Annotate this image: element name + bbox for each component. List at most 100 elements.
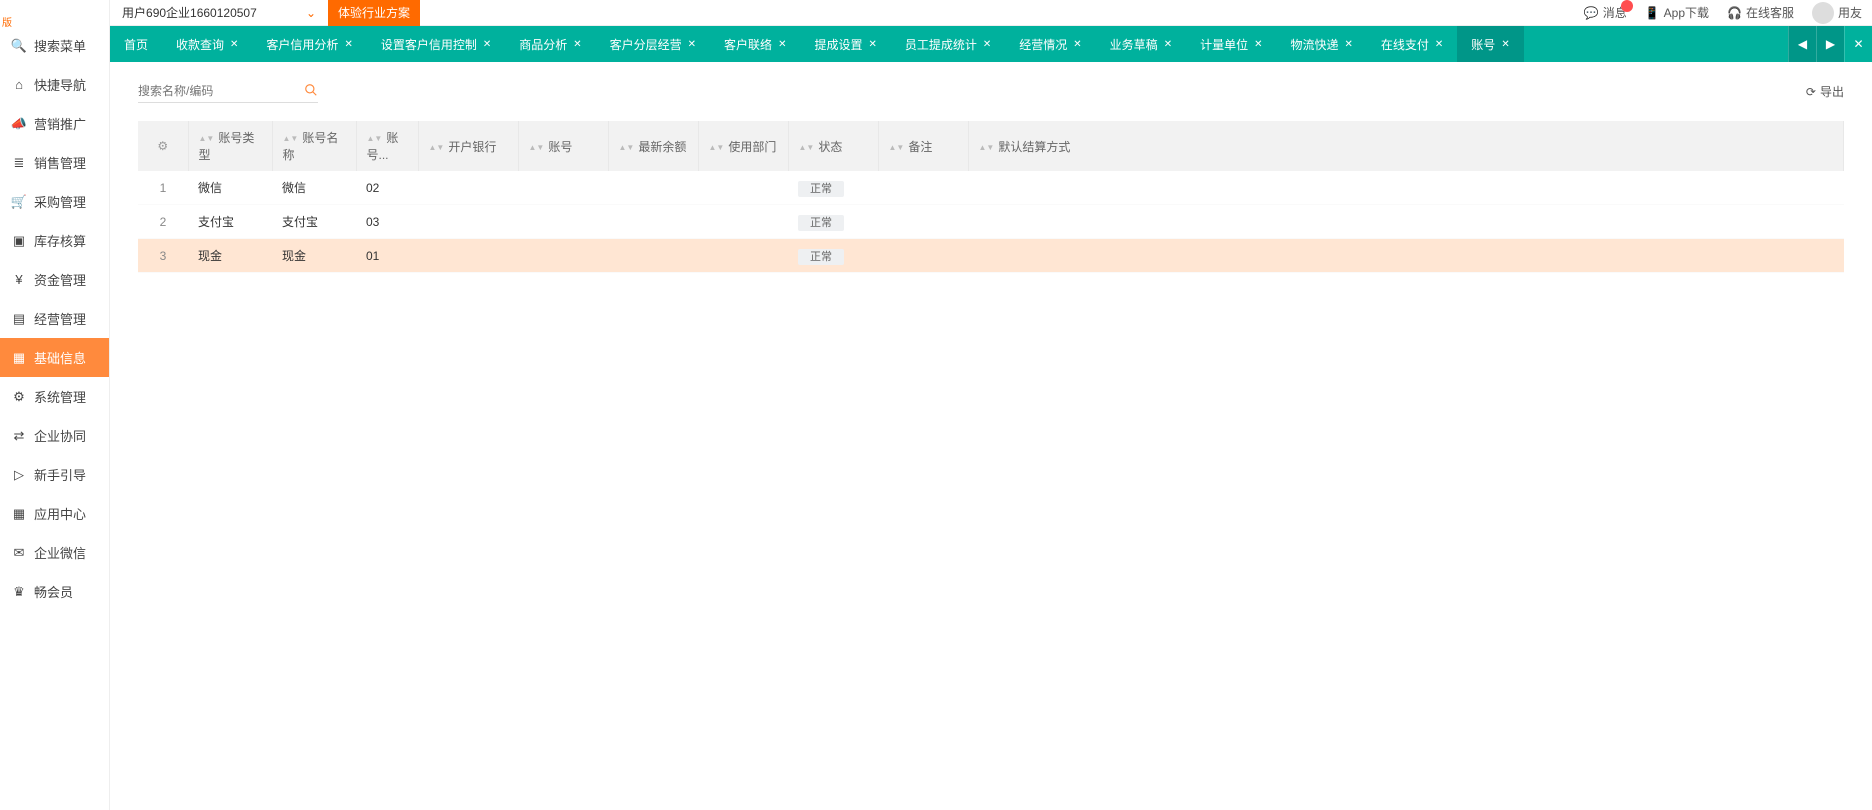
sidebar-item-team[interactable]: ⇄企业协同	[0, 416, 109, 455]
tab-商品分析[interactable]: 商品分析✕	[505, 26, 595, 62]
tab-物流快递[interactable]: 物流快递 ✕	[1276, 26, 1366, 62]
close-icon[interactable]: ✕	[1073, 39, 1081, 50]
close-icon[interactable]: ✕	[1164, 39, 1172, 50]
tab-在线支付[interactable]: 在线支付✕	[1367, 26, 1457, 62]
sidebar-item-label: 经营管理	[34, 309, 86, 328]
tab-scroll-right-button[interactable]: ▶	[1816, 26, 1844, 62]
close-icon[interactable]: ✕	[778, 39, 786, 50]
user-menu[interactable]: 用友	[1812, 2, 1862, 24]
tab-提成设置[interactable]: 提成设置✕	[800, 26, 890, 62]
wechat-icon: ✉	[12, 546, 26, 560]
sidebar-item-grid[interactable]: ▦应用中心	[0, 494, 109, 533]
tab-客户分层经营[interactable]: 客户分层经营✕	[596, 26, 710, 62]
sort-icon: ▲▼	[429, 145, 445, 150]
tab-业务草稿[interactable]: 业务草稿✕	[1096, 26, 1186, 62]
tab-客户信用分析[interactable]: 客户信用分析✕	[252, 26, 366, 62]
username-label: 用友	[1838, 4, 1862, 21]
close-icon[interactable]: ✕	[344, 39, 352, 50]
close-icon[interactable]: ✕	[573, 39, 581, 50]
gear-column-header[interactable]: ⚙	[138, 121, 188, 171]
sidebar-item-info[interactable]: ▦基础信息	[0, 338, 109, 377]
sidebar-item-label: 营销推广	[34, 114, 86, 133]
sidebar-item-label: 企业微信	[34, 543, 86, 562]
column-header[interactable]: ▲▼开户银行	[418, 121, 518, 171]
search-input[interactable]	[138, 80, 304, 102]
sidebar-item-cart[interactable]: 🛒采购管理	[0, 182, 109, 221]
sidebar-item-money[interactable]: ¥资金管理	[0, 260, 109, 299]
sidebar-item-chart[interactable]: ▤经营管理	[0, 299, 109, 338]
cell-status: 正常	[788, 239, 878, 273]
sidebar-item-search[interactable]: 🔍搜索菜单	[0, 26, 109, 65]
export-button[interactable]: ⟳ 导出	[1806, 83, 1844, 100]
cell-type: 支付宝	[188, 205, 272, 239]
sidebar-item-label: 新手引导	[34, 465, 86, 484]
tab-员工提成统计[interactable]: 员工提成统计✕	[891, 26, 1005, 62]
tab-账号[interactable]: 账号✕	[1457, 26, 1523, 62]
close-icon[interactable]: ✕	[1435, 39, 1443, 50]
cell-name: 微信	[272, 171, 356, 205]
column-header[interactable]: ▲▼账号名称	[272, 121, 356, 171]
search-icon: 🔍	[12, 39, 26, 53]
cell-dept	[698, 205, 788, 239]
column-header[interactable]: ▲▼状态	[788, 121, 878, 171]
export-label: 导出	[1820, 83, 1844, 100]
column-header[interactable]: ▲▼账号...	[356, 121, 418, 171]
sidebar-item-speaker[interactable]: 📣营销推广	[0, 104, 109, 143]
column-header[interactable]: ▲▼使用部门	[698, 121, 788, 171]
close-icon[interactable]: ✕	[230, 39, 238, 50]
close-icon[interactable]: ✕	[483, 39, 491, 50]
tab-经营情况[interactable]: 经营情况✕	[1005, 26, 1095, 62]
tab-label: 物流快递	[1290, 36, 1338, 53]
message-icon: 💬	[1584, 6, 1599, 20]
tab-label: 收款查询	[176, 36, 224, 53]
sidebar-item-box[interactable]: ▣库存核算	[0, 221, 109, 260]
sidebar-item-gear[interactable]: ⚙系统管理	[0, 377, 109, 416]
gear-icon: ⚙	[157, 139, 168, 153]
column-header[interactable]: ▲▼默认结算方式	[968, 121, 1844, 171]
sidebar: 版 🔍搜索菜单⌂快捷导航📣营销推广≣销售管理🛒采购管理▣库存核算¥资金管理▤经营…	[0, 0, 110, 810]
tab-scroll-left-button[interactable]: ◀	[1788, 26, 1816, 62]
sort-icon: ▲▼	[619, 145, 635, 150]
column-header[interactable]: ▲▼账号类型	[188, 121, 272, 171]
accounts-table: ⚙ ▲▼账号类型 ▲▼账号名称 ▲▼账号... ▲▼开户银行 ▲▼账号 ▲▼最新…	[138, 121, 1844, 273]
cell-name: 支付宝	[272, 205, 356, 239]
tab-计量单位[interactable]: 计量单位✕	[1186, 26, 1276, 62]
avatar-icon	[1812, 2, 1834, 24]
app-download-button[interactable]: 📱 App下载	[1645, 4, 1709, 21]
table-row[interactable]: 2支付宝支付宝03正常	[138, 205, 1844, 239]
close-icon[interactable]: ✕	[868, 39, 876, 50]
cell-dept	[698, 171, 788, 205]
cell-bank	[418, 239, 518, 273]
column-header[interactable]: ▲▼最新余额	[608, 121, 698, 171]
messages-button[interactable]: 💬 消息	[1584, 4, 1627, 21]
table-row[interactable]: 3现金现金01正常	[138, 239, 1844, 273]
cell-bank	[418, 205, 518, 239]
close-icon[interactable]: ✕	[983, 39, 991, 50]
table-row[interactable]: 1微信微信02正常	[138, 171, 1844, 205]
tab-设置客户信用控制[interactable]: 设置客户信用控制✕	[367, 26, 505, 62]
sidebar-item-flag[interactable]: ▷新手引导	[0, 455, 109, 494]
phone-icon: 📱	[1645, 6, 1660, 20]
tenant-select[interactable]: 用户690企业1660120507 ⌄	[122, 4, 322, 21]
experience-button[interactable]: 体验行业方案	[328, 0, 420, 26]
tab-客户联络[interactable]: 客户联络✕	[710, 26, 800, 62]
sidebar-item-wechat[interactable]: ✉ 企业微信	[0, 533, 109, 572]
sidebar-item-label: 销售管理	[34, 153, 86, 172]
tab-close-all-button[interactable]: ✕	[1844, 26, 1872, 62]
cell-dept	[698, 239, 788, 273]
column-header[interactable]: ▲▼备注	[878, 121, 968, 171]
column-header[interactable]: ▲▼账号	[518, 121, 608, 171]
tab-收款查询[interactable]: 收款查询 ✕	[162, 26, 252, 62]
sidebar-item-label: 资金管理	[34, 270, 86, 289]
sidebar-item-home[interactable]: ⌂快捷导航	[0, 65, 109, 104]
close-icon[interactable]: ✕	[1345, 39, 1353, 50]
sidebar-item-list[interactable]: ≣销售管理	[0, 143, 109, 182]
search-icon[interactable]	[304, 83, 318, 100]
close-icon[interactable]: ✕	[1501, 39, 1509, 50]
cell-balance	[608, 205, 698, 239]
close-icon[interactable]: ✕	[688, 39, 696, 50]
online-service-button[interactable]: 🎧 在线客服	[1727, 4, 1794, 21]
close-icon[interactable]: ✕	[1254, 39, 1262, 50]
tab-首页[interactable]: 首页	[110, 26, 162, 62]
sidebar-item-vip[interactable]: ♛畅会员	[0, 572, 109, 611]
